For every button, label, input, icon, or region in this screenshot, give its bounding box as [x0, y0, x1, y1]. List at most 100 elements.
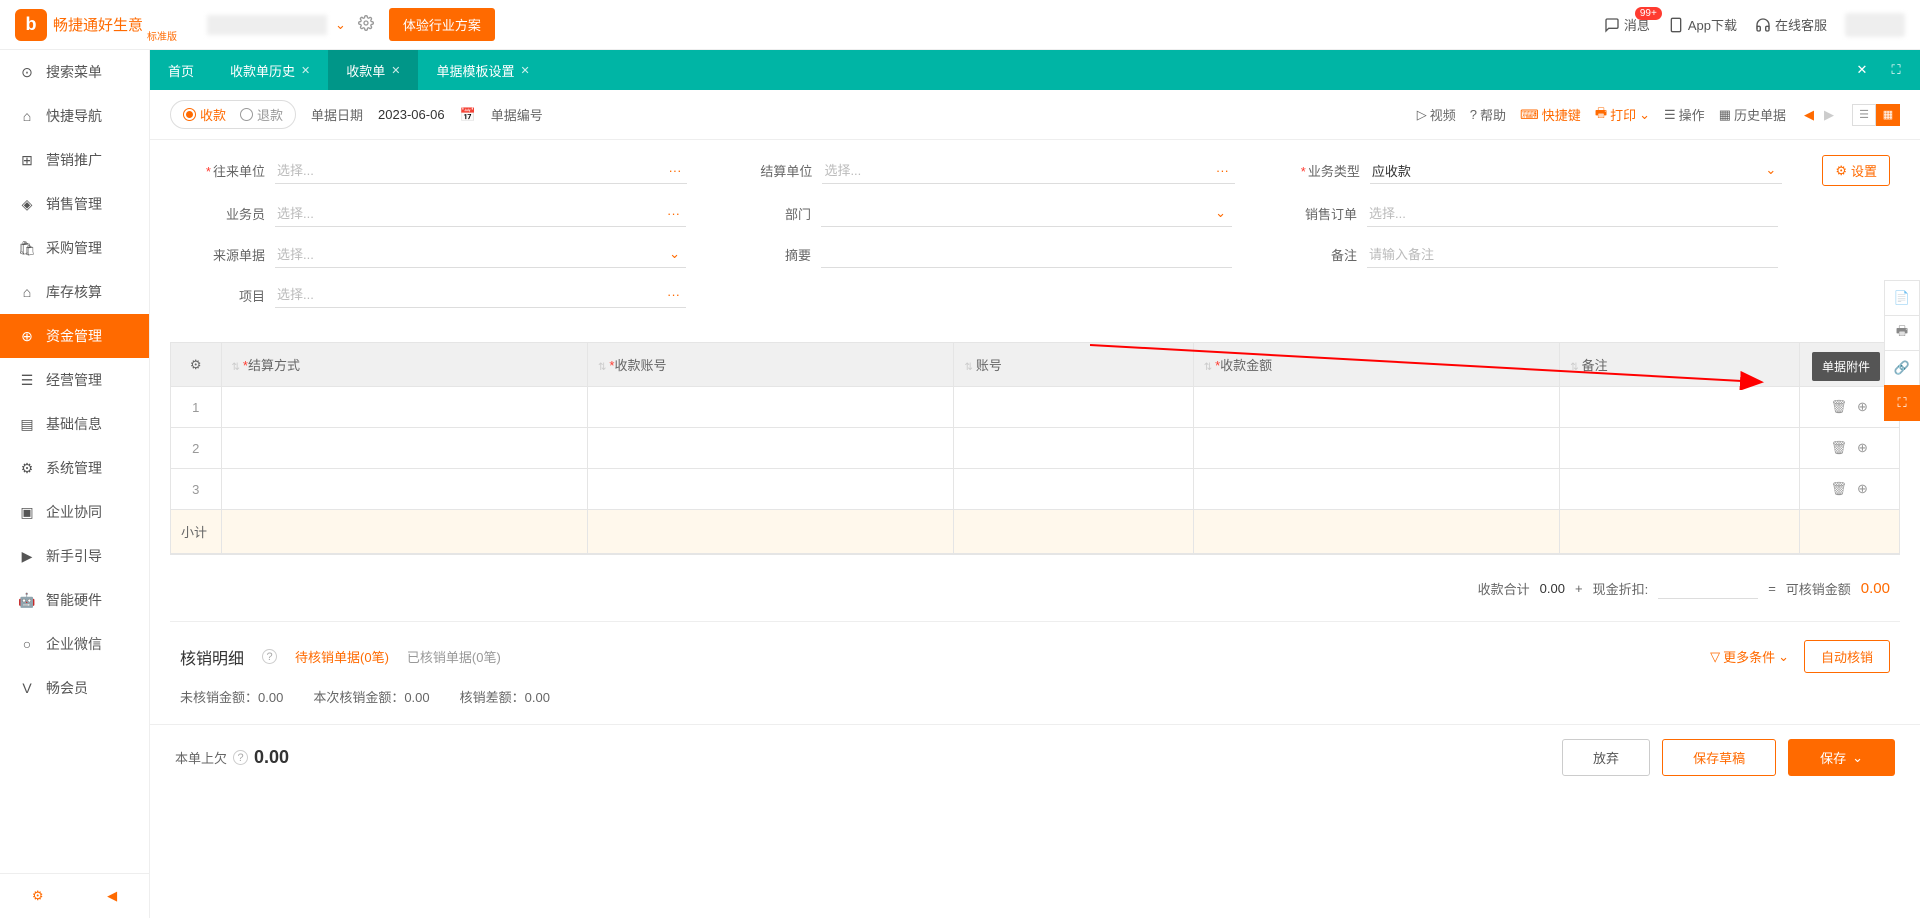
- sidebar-item-hardware[interactable]: 🤖智能硬件: [0, 578, 149, 622]
- summary-input[interactable]: [823, 247, 1230, 262]
- more-icon[interactable]: ···: [1212, 163, 1233, 178]
- more-icon[interactable]: ···: [663, 206, 684, 221]
- save-button[interactable]: 保存⌄: [1788, 739, 1895, 776]
- sidebar-settings-icon[interactable]: ⚙: [32, 888, 44, 904]
- biz-type-input[interactable]: [1372, 163, 1762, 178]
- sidebar-collapse-icon[interactable]: ◀: [107, 888, 117, 904]
- user-avatar[interactable]: [1845, 13, 1905, 37]
- org-selector[interactable]: ⌄: [207, 15, 346, 35]
- salesperson-input[interactable]: [277, 206, 663, 221]
- auto-writeoff-button[interactable]: 自动核销: [1804, 640, 1890, 673]
- delete-row-icon[interactable]: 🗑: [1831, 440, 1848, 456]
- history-link[interactable]: ▦历史单据: [1719, 105, 1786, 124]
- project-input[interactable]: [277, 287, 663, 302]
- close-icon[interactable]: ✕: [391, 64, 400, 77]
- radio-refund[interactable]: 退款: [240, 105, 283, 124]
- prev-doc-icon[interactable]: ◀: [1800, 107, 1818, 123]
- tab-receipt[interactable]: 收款单✕: [328, 50, 418, 90]
- sidebar-item-sales[interactable]: ◈销售管理: [0, 182, 149, 226]
- more-icon[interactable]: ···: [664, 163, 685, 178]
- abandon-button[interactable]: 放弃: [1562, 739, 1650, 776]
- row-index: 2: [171, 428, 221, 469]
- dept-input[interactable]: [823, 206, 1211, 221]
- cash-discount-input[interactable]: [1658, 577, 1758, 599]
- sidebar-item-search[interactable]: ⊙搜索菜单: [0, 50, 149, 94]
- sidebar-item-wechat[interactable]: ○企业微信: [0, 622, 149, 666]
- messages-link[interactable]: 消息 99+: [1604, 15, 1650, 34]
- more-conditions-link[interactable]: ▽更多条件⌄: [1710, 647, 1789, 666]
- support-link[interactable]: 在线客服: [1755, 15, 1827, 34]
- sidebar-item-fund[interactable]: ⊕资金管理: [0, 314, 149, 358]
- table-row[interactable]: 1🗑⊕: [171, 387, 1899, 428]
- radio-receive[interactable]: 收款: [183, 105, 226, 124]
- field-label-text: 部门: [785, 207, 811, 222]
- chevron-down-icon[interactable]: ⌄: [665, 246, 684, 262]
- sort-icon[interactable]: ⇅: [598, 362, 606, 373]
- customer-input[interactable]: [277, 163, 664, 178]
- sort-icon[interactable]: ⇅: [1204, 362, 1212, 373]
- sidebar-item-guide[interactable]: ▶新手引导: [0, 534, 149, 578]
- operate-link[interactable]: ☰操作: [1664, 105, 1705, 124]
- remark-input[interactable]: [1369, 247, 1776, 262]
- sidebar-item-biz[interactable]: ☰经营管理: [0, 358, 149, 402]
- table-settings-icon[interactable]: ⚙: [190, 357, 202, 372]
- dock-print-icon[interactable]: 🖶: [1884, 315, 1920, 351]
- help-link[interactable]: ?帮助: [1470, 105, 1506, 124]
- table-row[interactable]: 3🗑⊕: [171, 469, 1899, 510]
- play-icon: ▷: [1417, 107, 1427, 123]
- tab-home[interactable]: 首页: [150, 50, 212, 90]
- tab-done-writeoff[interactable]: 已核销单据(0笔): [407, 647, 501, 666]
- sidebar-item-marketing[interactable]: ⊞营销推广: [0, 138, 149, 182]
- sale-order-input[interactable]: [1369, 206, 1776, 221]
- add-row-icon[interactable]: ⊕: [1857, 481, 1868, 497]
- print-link[interactable]: 🖶打印⌄: [1595, 104, 1650, 126]
- table-row[interactable]: 2 🗑 ⊕: [171, 428, 1899, 469]
- sidebar-item-basic[interactable]: ▤基础信息: [0, 402, 149, 446]
- tab-template[interactable]: 单据模板设置✕: [418, 50, 547, 90]
- video-link[interactable]: ▷视频: [1417, 105, 1456, 124]
- shortcut-link[interactable]: ⌨快捷键: [1520, 105, 1581, 124]
- more-icon[interactable]: ···: [663, 287, 684, 302]
- source-input[interactable]: [277, 247, 665, 262]
- sidebar-item-vip[interactable]: V畅会员: [0, 666, 149, 710]
- close-all-tabs-icon[interactable]: ✕: [1848, 56, 1876, 84]
- next-doc-icon[interactable]: ▶: [1820, 107, 1838, 123]
- delete-row-icon[interactable]: 🗑: [1831, 399, 1848, 415]
- add-row-icon[interactable]: ⊕: [1857, 399, 1868, 415]
- tab-receipt-history[interactable]: 收款单历史✕: [212, 50, 328, 90]
- close-icon[interactable]: ✕: [521, 64, 530, 77]
- field-dept: 部门 ⌄: [726, 200, 1232, 227]
- vip-icon: V: [18, 679, 36, 697]
- field-sale-order: 销售订单: [1272, 200, 1778, 227]
- doc-date-value[interactable]: 2023-06-06: [378, 107, 445, 122]
- view-list-button[interactable]: ☰: [1852, 104, 1876, 126]
- sidebar-item-nav[interactable]: ⌂快捷导航: [0, 94, 149, 138]
- chevron-down-icon[interactable]: ⌄: [1761, 162, 1780, 178]
- add-row-icon[interactable]: ⊕: [1857, 440, 1868, 456]
- sidebar-item-system[interactable]: ⚙系统管理: [0, 446, 149, 490]
- trial-button[interactable]: 体验行业方案: [389, 8, 495, 41]
- info-icon[interactable]: ?: [262, 649, 277, 664]
- app-download-link[interactable]: App下载: [1668, 15, 1737, 34]
- dock-draft-icon[interactable]: 📄: [1884, 280, 1920, 316]
- org-settings-icon[interactable]: [358, 15, 374, 34]
- fullscreen-icon[interactable]: ⛶: [1882, 56, 1910, 84]
- sort-icon[interactable]: ⇅: [964, 362, 972, 373]
- close-icon[interactable]: ✕: [301, 64, 310, 77]
- info-icon[interactable]: ?: [233, 750, 248, 765]
- settle-unit-input[interactable]: [824, 163, 1211, 178]
- view-card-button[interactable]: ▦: [1876, 104, 1900, 126]
- chevron-down-icon[interactable]: ⌄: [1211, 205, 1230, 221]
- form-settings-button[interactable]: ⚙设置: [1822, 155, 1890, 186]
- tab-pending-writeoff[interactable]: 待核销单据(0笔): [295, 647, 389, 666]
- sort-icon[interactable]: ⇅: [1570, 362, 1578, 373]
- save-draft-button[interactable]: 保存草稿: [1662, 739, 1776, 776]
- sidebar-item-inventory[interactable]: ⌂库存核算: [0, 270, 149, 314]
- dock-expand-icon[interactable]: ⛶: [1884, 385, 1920, 421]
- delete-row-icon[interactable]: 🗑: [1831, 481, 1848, 497]
- sort-icon[interactable]: ⇅: [232, 362, 240, 373]
- sidebar-item-purchase[interactable]: 🛍采购管理: [0, 226, 149, 270]
- sidebar-item-coop[interactable]: ▣企业协同: [0, 490, 149, 534]
- calendar-icon[interactable]: 📅: [460, 107, 476, 123]
- dock-attachment-icon[interactable]: 🔗: [1884, 350, 1920, 386]
